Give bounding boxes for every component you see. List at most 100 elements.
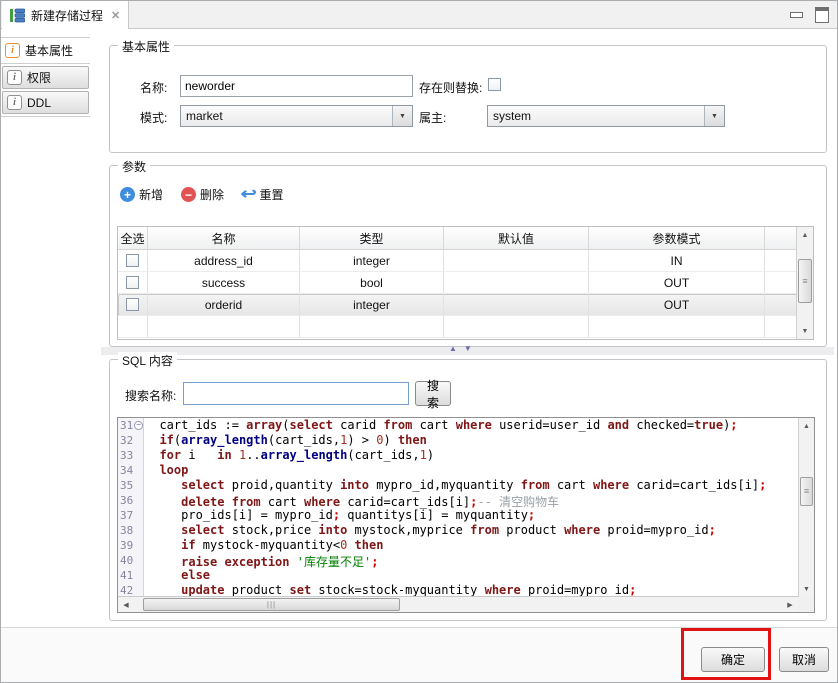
code-token: ; — [708, 523, 716, 537]
scroll-down-icon[interactable]: ▼ — [797, 323, 813, 339]
delete-param-button[interactable]: − 删除 — [181, 186, 224, 203]
minimize-icon[interactable] — [790, 12, 803, 18]
owner-value: system — [493, 109, 532, 123]
close-icon[interactable]: ✕ — [111, 9, 120, 22]
replace-if-exists-checkbox[interactable] — [488, 78, 501, 91]
scrollbar-thumb[interactable]: ≡ — [800, 477, 813, 506]
cell-empty — [589, 316, 765, 338]
column-header[interactable]: 名称 — [148, 227, 300, 249]
name-input[interactable] — [180, 75, 413, 97]
code-line: else — [145, 568, 798, 583]
line-number-text: 33 — [120, 449, 134, 462]
schema-select[interactable]: market ▼ — [180, 105, 413, 127]
cell-default — [444, 294, 589, 316]
sql-code-editor[interactable]: 31−32 33 34 35 36 37 38 39 40 41 42 cart_ids := ar… — [117, 417, 815, 613]
scroll-right-icon[interactable]: ▶ — [782, 597, 798, 612]
info-icon: i — [7, 70, 22, 85]
params-table-scrollbar[interactable]: ▲ ≡ ▼ — [796, 227, 813, 339]
code-token: where — [592, 478, 630, 492]
code-token: cart_ids := — [145, 418, 247, 432]
line-number-text: 40 — [120, 554, 134, 567]
code-token: product — [224, 583, 290, 597]
column-header[interactable]: 全选 — [118, 227, 148, 249]
fold-collapse-icon[interactable]: − — [134, 421, 143, 430]
column-header[interactable]: 参数模式 — [589, 227, 765, 249]
code-token: (cart_ids, — [347, 448, 420, 462]
code-token: ) — [426, 448, 435, 462]
editor-vertical-scrollbar[interactable]: ▲ ≡ ▼ — [798, 418, 814, 597]
row-checkbox[interactable] — [126, 276, 139, 289]
sidebar-item-ddl[interactable]: i DDL — [2, 91, 89, 114]
line-number-text: 35 — [120, 479, 134, 492]
table-row[interactable]: success bool OUT — [118, 272, 813, 294]
search-button[interactable]: 搜索 — [415, 379, 451, 410]
code-line: delete from cart where carid=cart_ids[i]… — [145, 493, 798, 509]
scroll-down-icon[interactable]: ▼ — [799, 581, 814, 597]
code-token: checked= — [629, 418, 695, 432]
row-checkbox[interactable] — [126, 254, 139, 267]
owner-select[interactable]: system ▼ — [487, 105, 725, 127]
stored-procedure-icon — [10, 8, 25, 23]
row-checkbox[interactable] — [126, 298, 139, 311]
line-number: 32 — [118, 433, 143, 448]
table-row-empty[interactable] — [118, 316, 813, 338]
column-header[interactable]: 类型 — [300, 227, 444, 249]
add-param-label: 新增 — [139, 188, 164, 202]
code-token: select — [181, 478, 225, 492]
scroll-left-icon[interactable]: ◀ — [118, 597, 134, 612]
code-token: for — [159, 448, 182, 462]
parameters-group: 参数 + 新增 − 删除 ↩ 重置 全选 名称 类型 默认值 参数模式 address_i… — [109, 158, 827, 347]
code-token: proid,quantity — [224, 478, 341, 492]
code-token: select — [289, 418, 333, 432]
cell-default — [444, 250, 589, 272]
tab-new-stored-procedure[interactable]: 新建存储过程 ✕ — [2, 1, 130, 29]
line-number-text: 34 — [120, 464, 134, 477]
scrollbar-thumb[interactable]: ||| — [143, 598, 400, 611]
scroll-up-icon[interactable]: ▲ — [797, 227, 813, 243]
cell-name: orderid — [148, 294, 300, 316]
splitter-sash[interactable]: ▲ ▼ — [449, 345, 472, 353]
params-table-rows: 全选 名称 类型 默认值 参数模式 address_id integer IN success b… — [118, 227, 813, 338]
sash-down-icon: ▼ — [463, 344, 472, 353]
row-select-cell — [118, 294, 148, 316]
search-input[interactable] — [183, 382, 409, 405]
scrollbar-thumb[interactable]: ≡ — [798, 259, 812, 303]
add-param-button[interactable]: + 新增 — [120, 186, 163, 203]
column-header[interactable]: 默认值 — [444, 227, 589, 249]
sidebar-item-basic-properties[interactable]: i 基本属性 — [1, 38, 90, 63]
editor-horizontal-scrollbar[interactable]: ◀ ||| ▶ — [118, 596, 798, 612]
code-line: select stock,price into mystock,myprice … — [145, 523, 798, 538]
cancel-button[interactable]: 取消 — [779, 647, 829, 672]
code-token: mystock,myprice — [347, 523, 471, 537]
sidebar-divider — [1, 63, 90, 64]
table-row[interactable]: orderid integer OUT — [118, 294, 813, 316]
code-token: set — [289, 583, 312, 597]
table-header-row: 全选 名称 类型 默认值 参数模式 — [118, 227, 813, 250]
line-number-text: 31 — [120, 419, 134, 432]
thumb-grip-icon: ||| — [266, 599, 277, 609]
sidebar-item-permissions[interactable]: i 权限 — [2, 66, 89, 89]
scroll-up-icon[interactable]: ▲ — [799, 418, 814, 434]
code-area[interactable]: cart_ids := array(select carid from cart… — [145, 418, 798, 597]
group-title: 参数 — [118, 158, 151, 175]
code-line: if(array_length(cart_ids,1) > 0) then — [145, 433, 798, 448]
code-token: product — [499, 523, 565, 537]
table-row[interactable]: address_id integer IN — [118, 250, 813, 272]
cell-empty — [300, 316, 444, 338]
code-token: ; — [629, 583, 637, 597]
ok-button[interactable]: 确定 — [701, 647, 765, 672]
chevron-down-icon: ▼ — [704, 106, 724, 126]
reset-params-button[interactable]: ↩ 重置 — [241, 186, 284, 203]
code-token: into — [318, 523, 348, 537]
tab-bar: 新建存储过程 ✕ — [1, 1, 837, 29]
code-token: ( — [282, 418, 290, 432]
schema-value: market — [186, 109, 223, 123]
cell-filler — [765, 316, 796, 338]
maximize-icon[interactable] — [815, 7, 829, 23]
cell-mode: OUT — [589, 272, 765, 294]
code-token: array_length — [260, 448, 348, 462]
code-token: (cart_ids, — [267, 433, 341, 447]
line-number-text: 38 — [120, 524, 134, 537]
